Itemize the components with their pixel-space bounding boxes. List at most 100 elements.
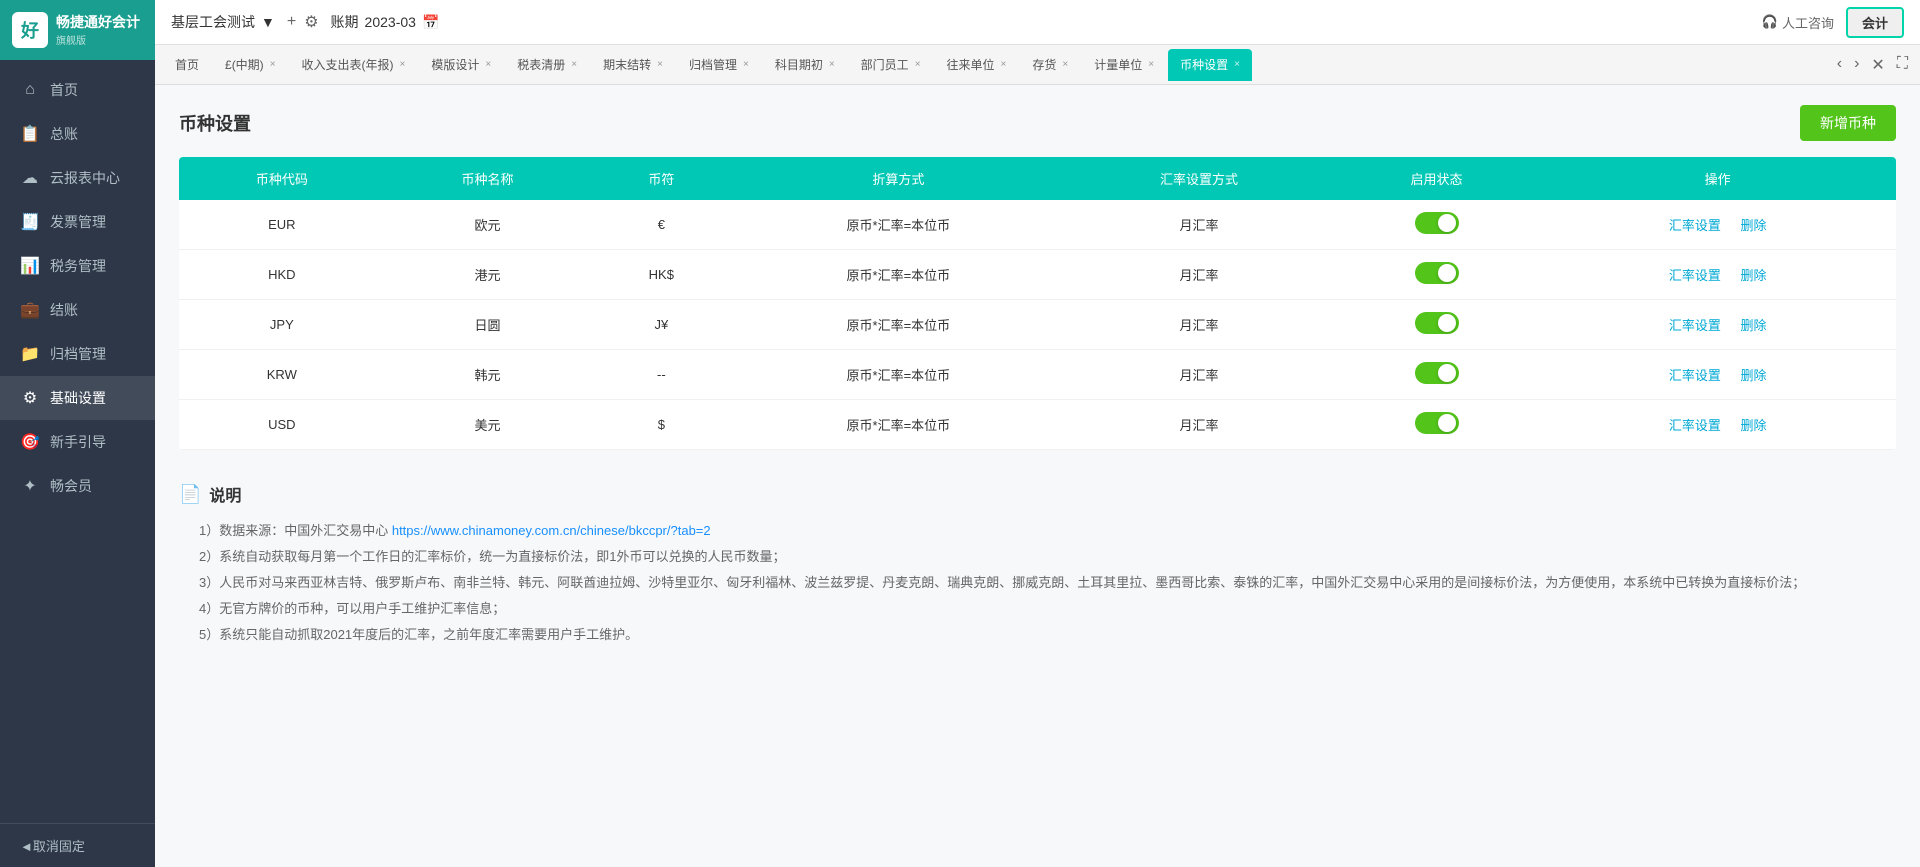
home-icon: ⌂ xyxy=(20,81,40,99)
tab-close-icon[interactable]: × xyxy=(400,59,406,70)
currency-name: 日圆 xyxy=(385,300,591,350)
rate-setting-link[interactable]: 汇率设置 xyxy=(1669,318,1721,333)
tab-close-icon[interactable]: × xyxy=(571,59,577,70)
tab-close-icon[interactable]: × xyxy=(743,59,749,70)
settings-icon[interactable]: ⚙ xyxy=(304,12,318,32)
delete-link[interactable]: 删除 xyxy=(1741,318,1767,333)
tab-close-icon[interactable]: × xyxy=(1234,59,1240,70)
currency-symbol: HK$ xyxy=(590,250,732,300)
tab-close-icon[interactable]: × xyxy=(915,59,921,70)
tab-[interactable]: 部门员工× xyxy=(849,49,933,81)
currency-code: EUR xyxy=(179,200,385,250)
new-currency-btn[interactable]: 新增币种 xyxy=(1800,105,1896,141)
tab-label: 税表清册 xyxy=(517,56,565,73)
sidebar-item-guide[interactable]: 🎯 新手引导 xyxy=(0,420,155,464)
tab-close-icon[interactable]: × xyxy=(485,59,491,70)
tab-[interactable]: 模版设计× xyxy=(419,49,503,81)
delete-link[interactable]: 删除 xyxy=(1741,368,1767,383)
enable-toggle[interactable] xyxy=(1415,312,1459,334)
app-logo: 好 畅捷通好会计 旗舰版 xyxy=(0,0,155,60)
sidebar-item-tax[interactable]: 📊 税务管理 xyxy=(0,244,155,288)
tab-[interactable]: £(中期)× xyxy=(213,49,288,81)
tab-close-all-btn[interactable]: ✕ xyxy=(1867,53,1888,77)
sidebar-pin-toggle[interactable]: ◄取消固定 xyxy=(0,823,155,867)
guide-icon: 🎯 xyxy=(20,432,40,452)
tab-prev-btn[interactable]: ‹ xyxy=(1833,53,1846,77)
rate-setting-link[interactable]: 汇率设置 xyxy=(1669,218,1721,233)
sidebar-item-settle[interactable]: 💼 结账 xyxy=(0,288,155,332)
help-btn[interactable]: 🎧 人工咨询 xyxy=(1762,13,1834,32)
sidebar-label-invoice: 发票管理 xyxy=(50,212,106,232)
delete-link[interactable]: 删除 xyxy=(1741,268,1767,283)
company-dropdown-icon[interactable]: ▼ xyxy=(261,14,275,30)
row-actions: 汇率设置 删除 xyxy=(1539,350,1896,400)
calendar-icon[interactable]: 📅 xyxy=(422,14,439,31)
delete-link[interactable]: 删除 xyxy=(1741,418,1767,433)
sidebar-item-reports[interactable]: ☁ 云报表中心 xyxy=(0,156,155,200)
sidebar-item-invoice[interactable]: 🧾 发票管理 xyxy=(0,200,155,244)
table-body: EUR欧元€原币*汇率=本位币月汇率汇率设置 删除HKD港元HK$原币*汇率=本… xyxy=(179,200,1896,450)
tab-close-icon[interactable]: × xyxy=(1001,59,1007,70)
tab-[interactable]: 往来单位× xyxy=(935,49,1019,81)
tab-close-icon[interactable]: × xyxy=(657,59,663,70)
row-actions: 汇率设置 删除 xyxy=(1539,300,1896,350)
tab-close-icon[interactable]: × xyxy=(1062,59,1068,70)
calc-method: 原币*汇率=本位币 xyxy=(732,200,1064,250)
settle-icon: 💼 xyxy=(20,300,40,320)
rate-type: 月汇率 xyxy=(1064,200,1333,250)
delete-link[interactable]: 删除 xyxy=(1741,218,1767,233)
rate-setting-link[interactable]: 汇率设置 xyxy=(1669,268,1721,283)
user-role-btn[interactable]: 会计 xyxy=(1846,7,1904,38)
tab-nav: ‹ › ✕ ⛶ xyxy=(1833,53,1912,77)
tab-close-icon[interactable]: × xyxy=(1148,59,1154,70)
page-title-row: 币种设置 新增币种 xyxy=(179,105,1896,141)
tab-expand-btn[interactable]: ⛶ xyxy=(1893,53,1912,77)
enable-toggle[interactable] xyxy=(1415,262,1459,284)
tab-[interactable]: 税表清册 × xyxy=(505,49,589,81)
sidebar-item-home[interactable]: ⌂ 首页 xyxy=(0,68,155,112)
company-selector[interactable]: 基层工会测试 ▼ xyxy=(171,12,275,32)
notes-content: 1）数据来源：中国外汇交易中心 https://www.chinamoney.c… xyxy=(179,518,1896,648)
sidebar-label-tax: 税务管理 xyxy=(50,256,106,276)
enable-toggle[interactable] xyxy=(1415,212,1459,234)
col-header-币种代码: 币种代码 xyxy=(179,157,385,200)
tab-[interactable]: 存货× xyxy=(1020,49,1080,81)
sidebar-item-archive[interactable]: 📁 归档管理 xyxy=(0,332,155,376)
enable-toggle[interactable] xyxy=(1415,412,1459,434)
add-company-btn[interactable]: + xyxy=(287,13,296,31)
notes-icon: 📄 xyxy=(179,484,201,505)
tab-next-btn[interactable]: › xyxy=(1850,53,1863,77)
sidebar-item-settings[interactable]: ⚙ 基础设置 xyxy=(0,376,155,420)
tab-[interactable]: 计量单位× xyxy=(1082,49,1166,81)
tab-close-icon[interactable]: × xyxy=(270,59,276,70)
reports-icon: ☁ xyxy=(20,168,40,188)
tab-[interactable]: 币种设置× xyxy=(1168,49,1252,81)
rate-setting-link[interactable]: 汇率设置 xyxy=(1669,368,1721,383)
enable-toggle[interactable] xyxy=(1415,362,1459,384)
tab-[interactable]: 收入支出表(年报)× xyxy=(290,49,418,81)
table-header-row: 币种代码币种名称币符折算方式汇率设置方式启用状态操作 xyxy=(179,157,1896,200)
topbar-actions: + ⚙ xyxy=(287,12,319,32)
currency-name: 欧元 xyxy=(385,200,591,250)
sidebar-item-member[interactable]: ✦ 畅会员 xyxy=(0,464,155,508)
ledger-icon: 📋 xyxy=(20,124,40,144)
tab-[interactable]: 首页 xyxy=(163,49,211,81)
calc-method: 原币*汇率=本位币 xyxy=(732,400,1064,450)
tab-[interactable]: 科目期初× xyxy=(763,49,847,81)
tab-[interactable]: 归档管理× xyxy=(677,49,761,81)
col-header-币符: 币符 xyxy=(590,157,732,200)
notes-title-text: 说明 xyxy=(209,482,241,506)
enable-status xyxy=(1334,250,1540,300)
table-head: 币种代码币种名称币符折算方式汇率设置方式启用状态操作 xyxy=(179,157,1896,200)
tab-close-icon[interactable]: × xyxy=(829,59,835,70)
rate-setting-link[interactable]: 汇率设置 xyxy=(1669,418,1721,433)
tab-[interactable]: 期末结转× xyxy=(591,49,675,81)
col-header-汇率设置方式: 汇率设置方式 xyxy=(1064,157,1333,200)
table-row: USD美元$原币*汇率=本位币月汇率汇率设置 删除 xyxy=(179,400,1896,450)
currency-table: 币种代码币种名称币符折算方式汇率设置方式启用状态操作 EUR欧元€原币*汇率=本… xyxy=(179,157,1896,450)
sidebar: 好 畅捷通好会计 旗舰版 ⌂ 首页📋 总账☁ 云报表中心🧾 发票管理📊 税务管理… xyxy=(0,0,155,867)
sidebar-item-ledger[interactable]: 📋 总账 xyxy=(0,112,155,156)
notes-link[interactable]: https://www.chinamoney.com.cn/chinese/bk… xyxy=(392,523,711,538)
row-actions: 汇率设置 删除 xyxy=(1539,250,1896,300)
currency-symbol: -- xyxy=(590,350,732,400)
